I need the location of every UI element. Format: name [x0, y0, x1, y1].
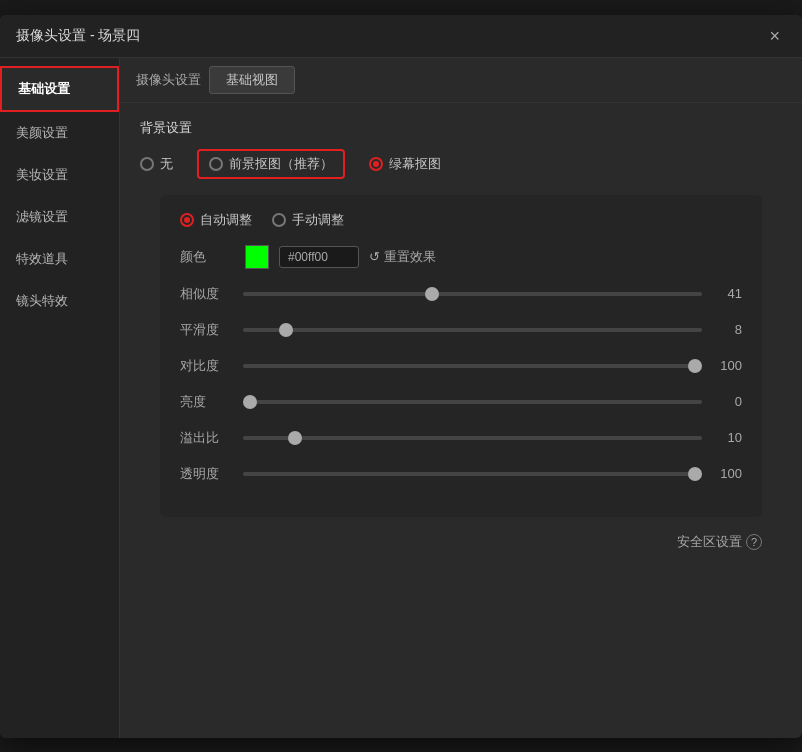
brightness-slider-row: 亮度 0: [180, 393, 742, 411]
similarity-slider-wrap: [243, 286, 702, 302]
bg-option-foreground[interactable]: 前景抠图（推荐）: [197, 149, 345, 179]
top-bar: 摄像头设置 基础视图: [120, 58, 802, 103]
radio-greenscreen: [369, 157, 383, 171]
bg-option-greenscreen[interactable]: 绿幕抠图: [369, 155, 441, 173]
reset-icon: ↺: [369, 249, 380, 264]
close-button[interactable]: ×: [763, 25, 786, 47]
background-settings-section: 背景设置 无 前景抠图（推荐） 绿幕抠图: [120, 103, 802, 571]
bg-greenscreen-label: 绿幕抠图: [389, 155, 441, 173]
title-bar: 摄像头设置 - 场景四 ×: [0, 15, 802, 58]
opacity-slider[interactable]: [243, 472, 702, 476]
color-swatch[interactable]: [245, 245, 269, 269]
sidebar-item-lens[interactable]: 镜头特效: [0, 280, 119, 322]
manual-adjust-label: 手动调整: [292, 211, 344, 229]
radio-none: [140, 157, 154, 171]
opacity-value: 100: [710, 466, 742, 481]
dialog-title: 摄像头设置 - 场景四: [16, 27, 140, 45]
similarity-slider[interactable]: [243, 292, 702, 296]
sidebar-item-props[interactable]: 特效道具: [0, 238, 119, 280]
reset-button[interactable]: ↺ 重置效果: [369, 248, 436, 266]
contrast-value: 100: [710, 358, 742, 373]
footer: 安全区设置 ?: [140, 525, 782, 555]
manual-adjust-option[interactable]: 手动调整: [272, 211, 344, 229]
bg-none-label: 无: [160, 155, 173, 173]
smoothness-label: 平滑度: [180, 321, 235, 339]
sidebar-item-makeup[interactable]: 美妆设置: [0, 154, 119, 196]
overflow-slider-wrap: [243, 430, 702, 446]
overflow-slider-row: 溢出比 10: [180, 429, 742, 447]
auto-adjust-label: 自动调整: [200, 211, 252, 229]
radio-foreground: [209, 157, 223, 171]
radio-manual: [272, 213, 286, 227]
auto-adjust-option[interactable]: 自动调整: [180, 211, 252, 229]
contrast-label: 对比度: [180, 357, 235, 375]
safety-settings-link[interactable]: 安全区设置 ?: [677, 533, 762, 551]
view-toggle-button[interactable]: 基础视图: [209, 66, 295, 94]
brightness-slider[interactable]: [243, 400, 702, 404]
sidebar-item-basic[interactable]: 基础设置: [0, 66, 119, 112]
sidebar-item-filter[interactable]: 滤镜设置: [0, 196, 119, 238]
camera-settings-dialog: 摄像头设置 - 场景四 × 基础设置 美颜设置 美妆设置 滤镜设置 特效道具 镜…: [0, 15, 802, 738]
brightness-value: 0: [710, 394, 742, 409]
background-options: 无 前景抠图（推荐） 绿幕抠图: [140, 149, 782, 179]
bg-foreground-label: 前景抠图（推荐）: [229, 155, 333, 173]
similarity-label: 相似度: [180, 285, 235, 303]
sidebar-item-beauty[interactable]: 美颜设置: [0, 112, 119, 154]
bg-option-none[interactable]: 无: [140, 155, 173, 173]
dialog-body: 基础设置 美颜设置 美妆设置 滤镜设置 特效道具 镜头特效 摄像头设置 基: [0, 58, 802, 738]
reset-label: 重置效果: [384, 248, 436, 266]
overflow-slider[interactable]: [243, 436, 702, 440]
safety-label: 安全区设置: [677, 533, 742, 551]
adjustment-row: 自动调整 手动调整: [180, 211, 742, 229]
smoothness-slider-wrap: [243, 322, 702, 338]
color-label: 颜色: [180, 248, 235, 266]
opacity-slider-wrap: [243, 466, 702, 482]
color-row: 颜色 ↺ 重置效果: [180, 245, 742, 269]
opacity-slider-row: 透明度 100: [180, 465, 742, 483]
similarity-slider-row: 相似度 41: [180, 285, 742, 303]
brightness-label: 亮度: [180, 393, 235, 411]
top-bar-label: 摄像头设置: [136, 71, 201, 89]
similarity-value: 41: [710, 286, 742, 301]
radio-auto: [180, 213, 194, 227]
help-icon: ?: [746, 534, 762, 550]
main-content: 摄像头设置 基础视图 背景设置 无 前景抠图（推荐）: [120, 58, 802, 738]
overflow-label: 溢出比: [180, 429, 235, 447]
smoothness-slider-row: 平滑度 8: [180, 321, 742, 339]
sidebar: 基础设置 美颜设置 美妆设置 滤镜设置 特效道具 镜头特效: [0, 58, 120, 738]
contrast-slider-row: 对比度 100: [180, 357, 742, 375]
color-input[interactable]: [279, 246, 359, 268]
opacity-label: 透明度: [180, 465, 235, 483]
contrast-slider[interactable]: [243, 364, 702, 368]
settings-panel: 自动调整 手动调整 颜色 ↺ 重置效果: [160, 195, 762, 517]
smoothness-slider[interactable]: [243, 328, 702, 332]
brightness-slider-wrap: [243, 394, 702, 410]
section-title: 背景设置: [140, 119, 782, 137]
overflow-value: 10: [710, 430, 742, 445]
contrast-slider-wrap: [243, 358, 702, 374]
smoothness-value: 8: [710, 322, 742, 337]
